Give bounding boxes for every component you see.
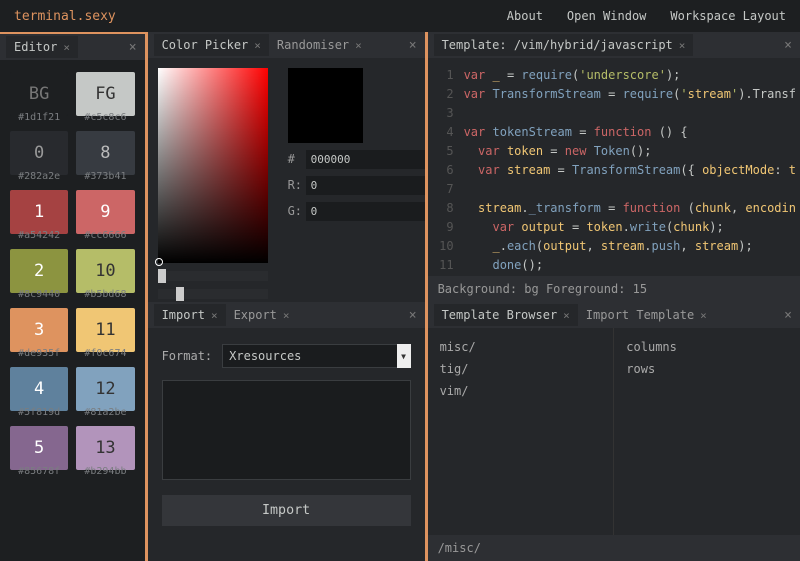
tab-import[interactable]: Import × bbox=[154, 304, 226, 326]
g-label: G: bbox=[288, 204, 300, 218]
tab-template-browser[interactable]: Template Browser × bbox=[434, 304, 578, 326]
close-icon[interactable]: × bbox=[283, 309, 290, 322]
swatch-hex: #81a2be bbox=[76, 407, 134, 418]
swatch-hex: #5f819d bbox=[10, 407, 68, 418]
editor-panel: Editor × × BG#1d1f21 FG#c5c8c6 0#282a2e 8#3… bbox=[0, 32, 145, 561]
format-select[interactable]: Xresources bbox=[222, 344, 410, 368]
browser-item[interactable]: rows bbox=[626, 358, 788, 380]
color-swatch[interactable]: 8 bbox=[76, 131, 134, 175]
tab-import-template[interactable]: Import Template × bbox=[578, 304, 715, 326]
close-icon[interactable]: × bbox=[563, 309, 570, 322]
browser-item[interactable]: vim/ bbox=[440, 380, 602, 402]
import-panel: Import × Export × × Format: Xresources ▼… bbox=[145, 302, 425, 561]
close-icon[interactable]: × bbox=[679, 39, 686, 52]
color-swatch[interactable]: 2 bbox=[10, 249, 68, 293]
swatch-hex: #1d1f21 bbox=[10, 112, 68, 123]
color-swatch[interactable]: 9 bbox=[76, 190, 134, 234]
color-swatch[interactable]: 12 bbox=[76, 367, 134, 411]
panel-close-icon[interactable]: × bbox=[129, 40, 137, 55]
swatch-hex: #282a2e bbox=[10, 171, 68, 182]
swatch-hex: #a54242 bbox=[10, 230, 68, 241]
nav-workspace-layout[interactable]: Workspace Layout bbox=[670, 9, 786, 23]
import-button[interactable]: Import bbox=[162, 495, 411, 526]
swatch-hex: #373b41 bbox=[76, 171, 134, 182]
status-bar: Background: bg Foreground: 15 bbox=[428, 276, 800, 302]
panel-close-icon[interactable]: × bbox=[784, 308, 792, 323]
chevron-down-icon[interactable]: ▼ bbox=[397, 344, 411, 368]
swatch-hex: #f0c674 bbox=[76, 348, 134, 359]
swatch-hex: #b294bb bbox=[76, 466, 134, 477]
format-label: Format: bbox=[162, 349, 213, 363]
swatch-hex: #b5bd68 bbox=[76, 289, 134, 300]
tab-color-picker[interactable]: Color Picker × bbox=[154, 34, 269, 56]
close-icon[interactable]: × bbox=[254, 39, 261, 52]
tab-randomiser[interactable]: Randomiser × bbox=[269, 34, 370, 56]
tab-label: Editor bbox=[14, 40, 57, 54]
color-swatch[interactable]: 3 bbox=[10, 308, 68, 352]
swatch-hex: #8c9440 bbox=[10, 289, 68, 300]
alpha-slider[interactable] bbox=[158, 289, 268, 299]
color-swatch[interactable]: FG bbox=[76, 72, 134, 116]
color-swatch[interactable]: BG bbox=[10, 72, 68, 116]
brand: terminal.sexy bbox=[14, 9, 116, 24]
color-preview bbox=[288, 68, 363, 143]
close-icon[interactable]: × bbox=[63, 41, 70, 54]
browser-item[interactable]: misc/ bbox=[440, 336, 602, 358]
swatch-hex: #c5c8c6 bbox=[76, 112, 134, 123]
r-input[interactable] bbox=[306, 176, 425, 195]
saturation-picker[interactable] bbox=[158, 68, 268, 263]
template-panel: Template: /vim/hybrid/javascript × × 1va… bbox=[425, 32, 800, 302]
close-icon[interactable]: × bbox=[700, 309, 707, 322]
color-swatch[interactable]: 0 bbox=[10, 131, 68, 175]
hex-label: # bbox=[288, 152, 300, 166]
color-picker-panel: Color Picker × Randomiser × × bbox=[145, 32, 425, 302]
nav-open-window[interactable]: Open Window bbox=[567, 9, 646, 23]
r-label: R: bbox=[288, 178, 300, 192]
browser-item[interactable]: tig/ bbox=[440, 358, 602, 380]
panel-close-icon[interactable]: × bbox=[409, 38, 417, 53]
tab-editor[interactable]: Editor × bbox=[6, 36, 78, 58]
color-swatch[interactable]: 13 bbox=[76, 426, 134, 470]
hex-input[interactable] bbox=[306, 150, 425, 169]
close-icon[interactable]: × bbox=[211, 309, 218, 322]
tab-export[interactable]: Export × bbox=[226, 304, 298, 326]
color-swatch[interactable]: 4 bbox=[10, 367, 68, 411]
g-input[interactable] bbox=[306, 202, 425, 221]
main-nav: About Open Window Workspace Layout bbox=[507, 9, 786, 23]
color-swatch[interactable]: 1 bbox=[10, 190, 68, 234]
lightness-slider[interactable] bbox=[158, 271, 268, 281]
browser-item[interactable]: columns bbox=[626, 336, 788, 358]
swatch-hex: #de935f bbox=[10, 348, 68, 359]
color-swatch[interactable]: 11 bbox=[76, 308, 134, 352]
swatch-hex: #cc6666 bbox=[76, 230, 134, 241]
close-icon[interactable]: × bbox=[355, 39, 362, 52]
panel-close-icon[interactable]: × bbox=[409, 308, 417, 323]
template-browser-panel: Template Browser × Import Template × × m… bbox=[425, 302, 800, 561]
import-textarea[interactable] bbox=[162, 380, 411, 480]
color-swatch[interactable]: 5 bbox=[10, 426, 68, 470]
swatch-hex: #85678f bbox=[10, 466, 68, 477]
panel-close-icon[interactable]: × bbox=[784, 38, 792, 53]
tab-template[interactable]: Template: /vim/hybrid/javascript × bbox=[434, 34, 694, 56]
color-swatch[interactable]: 10 bbox=[76, 249, 134, 293]
code-view: 1var _ = require('underscore'); 2var Tra… bbox=[428, 58, 800, 276]
browser-path: /misc/ bbox=[428, 535, 800, 561]
nav-about[interactable]: About bbox=[507, 9, 543, 23]
